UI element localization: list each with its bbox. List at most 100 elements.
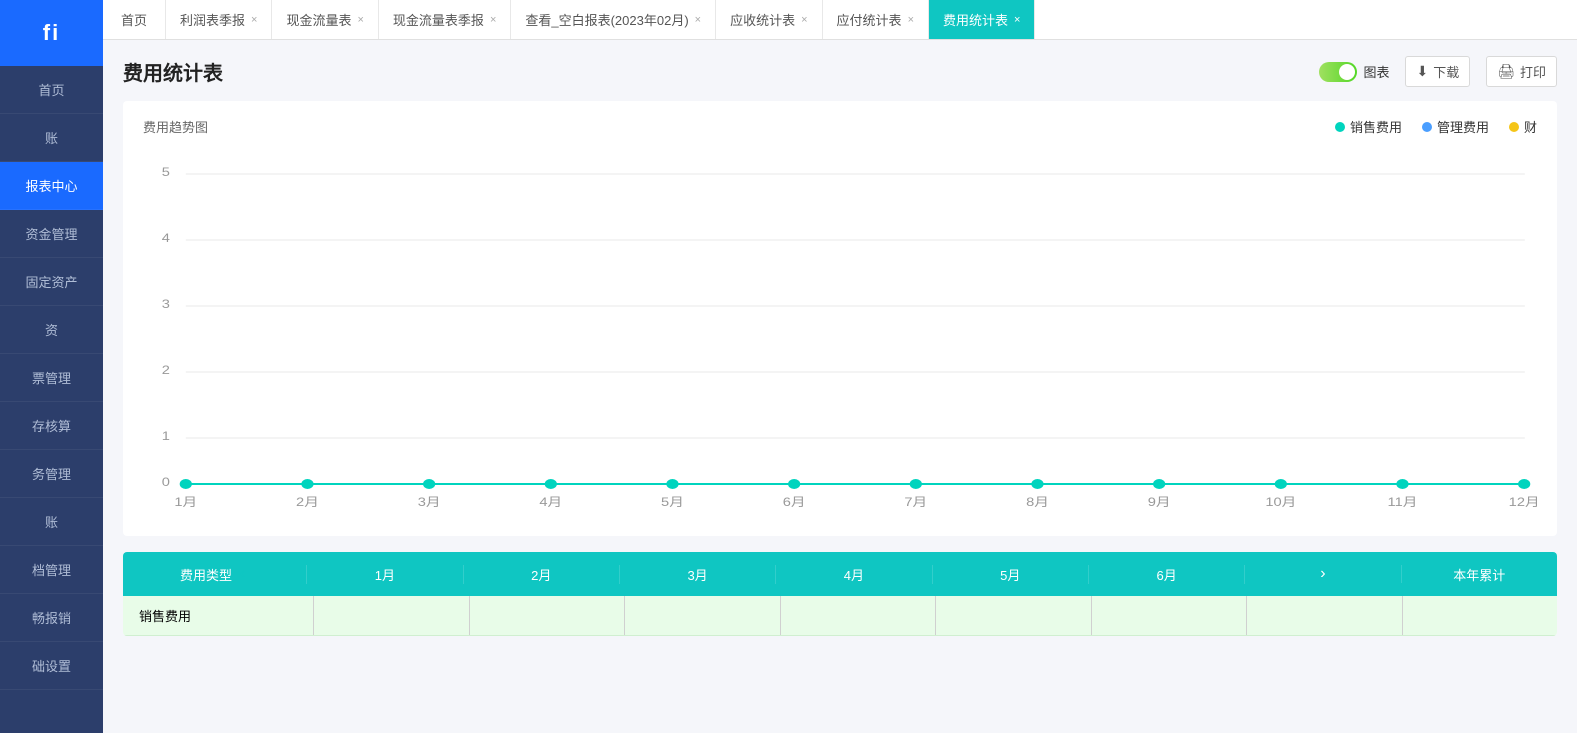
legend-dot-sales	[1335, 122, 1345, 132]
print-button[interactable]: 🖨 打印	[1486, 56, 1557, 87]
sidebar-item-ledger[interactable]: 账	[0, 498, 103, 546]
svg-text:4月: 4月	[539, 495, 562, 508]
tab-close-cashflow[interactable]: ×	[357, 14, 363, 26]
svg-text:1: 1	[162, 429, 170, 442]
tab-bar: 首页 利润表季报 × 现金流量表 × 现金流量表季报 × 查看_空白报表(202…	[103, 0, 1577, 40]
th-month-4: 4月	[776, 565, 932, 584]
logo: fi	[0, 0, 103, 66]
page-header: 费用统计表 图表 ⬇ 下载 🖨 打印	[123, 56, 1557, 87]
nav-next-arrow[interactable]: ›	[1316, 565, 1329, 583]
tab-receivable[interactable]: 应收统计表 ×	[716, 0, 822, 40]
svg-text:7月: 7月	[904, 495, 927, 508]
tab-close-cashflow-quarterly[interactable]: ×	[490, 14, 496, 26]
td-nav-empty	[1247, 596, 1402, 635]
svg-text:8月: 8月	[1026, 495, 1049, 508]
legend-dot-finance	[1509, 122, 1519, 132]
svg-text:2: 2	[162, 363, 170, 376]
sidebar-item-assets[interactable]: 固定资产	[0, 258, 103, 306]
chart-toggle-label: 图表	[1363, 62, 1389, 81]
chart-area: 5 4 3 2 1 0	[143, 146, 1537, 516]
td-month4-val	[781, 596, 936, 635]
th-month-3: 3月	[620, 565, 776, 584]
chart-svg: 5 4 3 2 1 0	[143, 146, 1537, 516]
td-month5-val	[936, 596, 1091, 635]
chart-toggle-wrap: 图表	[1319, 62, 1389, 82]
svg-text:5月: 5月	[661, 495, 684, 508]
legend-sales: 销售费用	[1335, 117, 1402, 136]
table-row: 销售费用	[123, 596, 1557, 636]
td-month1-val	[314, 596, 469, 635]
sidebar-item-settings[interactable]: 础设置	[0, 642, 103, 690]
page-content: 费用统计表 图表 ⬇ 下载 🖨 打印	[103, 40, 1577, 733]
svg-text:2月: 2月	[296, 495, 319, 508]
legend-label-sales: 销售费用	[1350, 117, 1402, 136]
chart-section: 费用趋势图 销售费用 管理费用 财	[123, 101, 1557, 536]
sidebar: fi 首页 账 报表中心 资金管理 固定资产 资 票管理 存核算 务管理 账 档…	[0, 0, 103, 733]
sidebar-item-inventory[interactable]: 存核算	[0, 402, 103, 450]
svg-text:0: 0	[162, 475, 170, 488]
download-icon: ⬇	[1416, 63, 1428, 80]
svg-text:9月: 9月	[1148, 495, 1171, 508]
legend-finance: 财	[1509, 117, 1537, 136]
svg-text:1月: 1月	[174, 495, 197, 508]
main-area: 首页 利润表季报 × 现金流量表 × 现金流量表季报 × 查看_空白报表(202…	[103, 0, 1577, 733]
sidebar-item-expense[interactable]: 畅报销	[0, 594, 103, 642]
sidebar-item-home[interactable]: 首页	[0, 66, 103, 114]
toggle-knob	[1339, 64, 1355, 80]
legend-dot-admin	[1422, 122, 1432, 132]
th-month-2: 2月	[464, 565, 620, 584]
td-month3-val	[625, 596, 780, 635]
tab-expense-stats[interactable]: 费用统计表 ×	[929, 0, 1035, 40]
table-header-row: 费用类型 ‹ 1月 2月 3月 4月 5月	[123, 552, 1557, 596]
svg-text:3月: 3月	[418, 495, 441, 508]
svg-text:3: 3	[162, 297, 170, 310]
header-actions: 图表 ⬇ 下载 🖨 打印	[1319, 56, 1557, 87]
th-nav-next: ›	[1245, 565, 1401, 583]
svg-text:4: 4	[162, 231, 171, 244]
download-button[interactable]: ⬇ 下载	[1405, 56, 1470, 87]
table-section: 费用类型 ‹ 1月 2月 3月 4月 5月	[123, 552, 1557, 636]
svg-text:10月: 10月	[1265, 495, 1296, 508]
legend-label-admin: 管理费用	[1437, 117, 1489, 136]
page-title: 费用统计表	[123, 57, 223, 86]
sidebar-item-service[interactable]: 务管理	[0, 450, 103, 498]
sidebar-item-funds[interactable]: 资金管理	[0, 210, 103, 258]
th-expense-type: 费用类型 ‹	[123, 565, 307, 584]
svg-text:5: 5	[162, 165, 170, 178]
chart-toggle[interactable]	[1319, 62, 1357, 82]
chart-header: 费用趋势图 销售费用 管理费用 财	[143, 117, 1537, 136]
chart-title: 费用趋势图	[143, 117, 208, 136]
sidebar-item-reports[interactable]: 报表中心	[0, 162, 103, 210]
sidebar-item-archive[interactable]: 档管理	[0, 546, 103, 594]
print-icon: 🖨	[1497, 63, 1515, 80]
legend-admin: 管理费用	[1422, 117, 1489, 136]
th-month-1: 1月	[307, 565, 463, 584]
chart-legend: 销售费用 管理费用 财	[1335, 117, 1537, 136]
th-month-6: 6月	[1089, 565, 1245, 584]
svg-text:12月: 12月	[1509, 495, 1537, 508]
td-year-total-val	[1403, 596, 1557, 635]
legend-label-finance: 财	[1524, 117, 1537, 136]
tab-cashflow-quarterly[interactable]: 现金流量表季报 ×	[379, 0, 511, 40]
tab-home[interactable]: 首页	[103, 0, 166, 40]
tab-close-receivable[interactable]: ×	[801, 14, 807, 26]
svg-text:6月: 6月	[783, 495, 806, 508]
nav-prev-arrow[interactable]: ‹	[236, 565, 249, 583]
svg-text:11月: 11月	[1388, 495, 1418, 508]
tab-payable[interactable]: 应付统计表 ×	[823, 0, 929, 40]
td-month6-val	[1092, 596, 1247, 635]
td-month2-val	[470, 596, 625, 635]
tab-close-profit-quarterly[interactable]: ×	[251, 14, 257, 26]
tab-close-expense-stats[interactable]: ×	[1014, 14, 1020, 26]
td-expense-name: 销售费用	[123, 596, 314, 635]
tab-blank-report[interactable]: 查看_空白报表(2023年02月) ×	[511, 0, 716, 40]
tab-close-payable[interactable]: ×	[908, 14, 914, 26]
th-year-total: 本年累计	[1402, 565, 1557, 584]
th-month-5: 5月	[933, 565, 1089, 584]
sidebar-item-capital[interactable]: 资	[0, 306, 103, 354]
sidebar-item-account[interactable]: 账	[0, 114, 103, 162]
tab-profit-quarterly[interactable]: 利润表季报 ×	[166, 0, 272, 40]
tab-close-blank-report[interactable]: ×	[695, 14, 701, 26]
tab-cashflow[interactable]: 现金流量表 ×	[272, 0, 378, 40]
sidebar-item-invoice[interactable]: 票管理	[0, 354, 103, 402]
